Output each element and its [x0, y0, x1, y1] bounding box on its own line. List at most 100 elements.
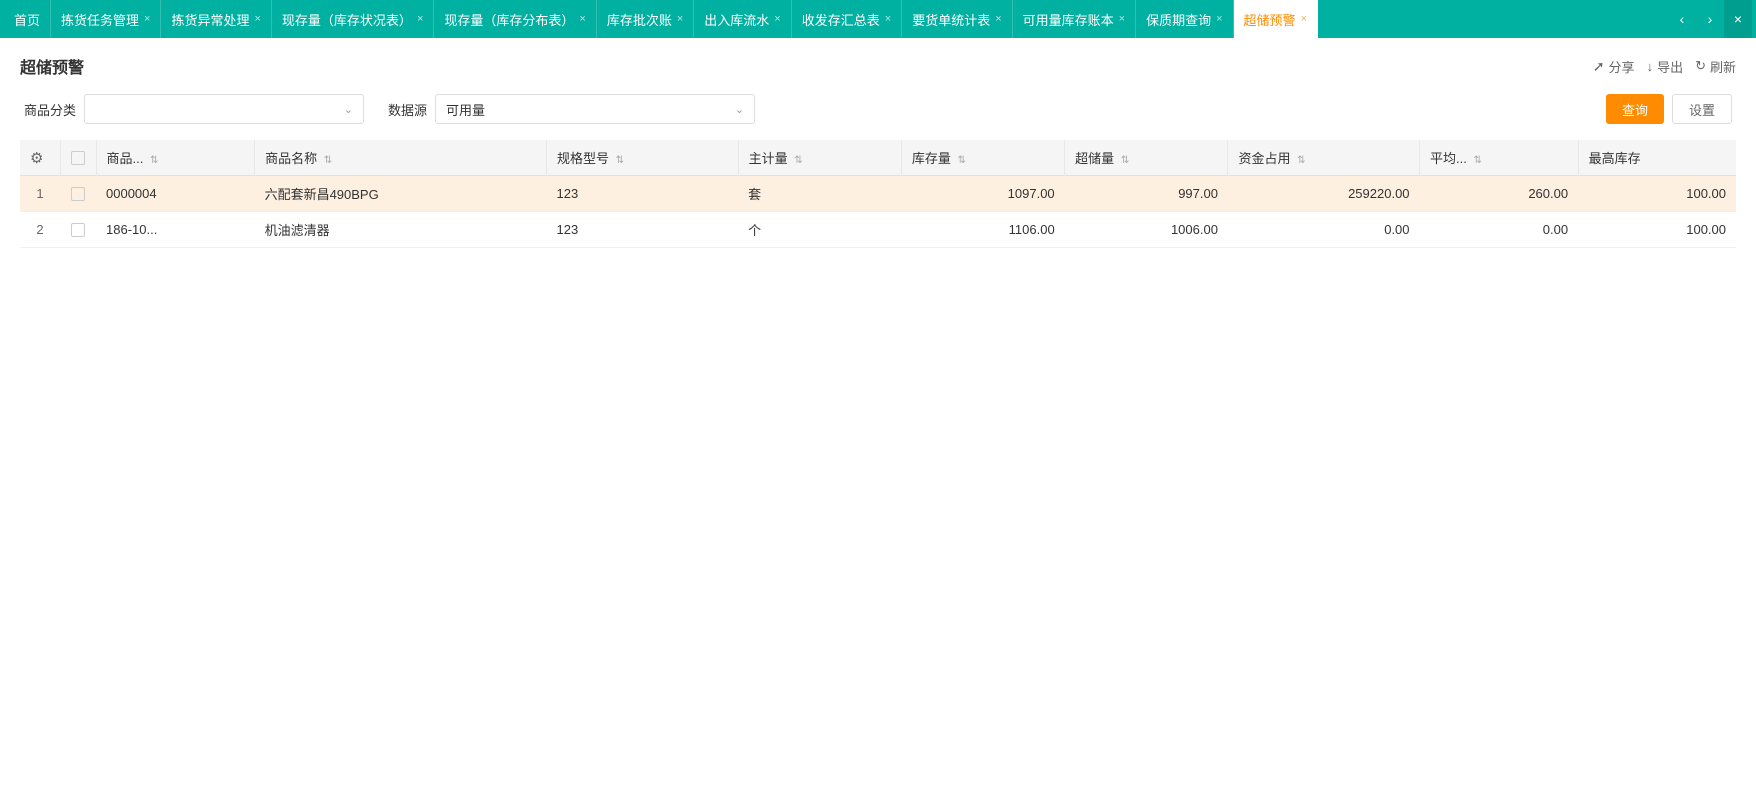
col-header-product-name[interactable]: 商品名称 ⇅	[255, 140, 547, 176]
close-icon-overstock[interactable]: ×	[1301, 13, 1307, 25]
query-button[interactable]: 查询	[1606, 94, 1664, 124]
nav-label-expiry: 保质期查询	[1146, 10, 1211, 29]
page-title: 超储预警	[20, 54, 84, 78]
col-header-spec[interactable]: 规格型号 ⇅	[547, 140, 739, 176]
col-label-max-stock: 最高库存	[1589, 151, 1641, 166]
nav-item-abnormal[interactable]: 拣货异常处理 ×	[161, 0, 271, 38]
col-label-stock: 库存量	[912, 151, 951, 166]
sort-icon-unit: ⇅	[794, 155, 802, 166]
col-header-unit[interactable]: 主计量 ⇅	[738, 140, 901, 176]
sort-icon-capital: ⇅	[1297, 155, 1305, 166]
sort-icon-stock: ⇅	[958, 155, 966, 166]
table-row: 1 0000004 六配套新昌490BPG 123 套 1097.00 997.…	[20, 176, 1736, 212]
col-header-product-code[interactable]: 商品... ⇅	[96, 140, 255, 176]
col-label-unit: 主计量	[749, 151, 788, 166]
export-icon: ↓	[1647, 59, 1654, 74]
close-icon-expiry[interactable]: ×	[1216, 13, 1222, 25]
close-icon-abnormal[interactable]: ×	[254, 13, 260, 25]
row-spec-1: 123	[547, 212, 739, 248]
col-label-product-name: 商品名称	[265, 151, 317, 166]
row-product-name-0: 六配套新昌490BPG	[255, 176, 547, 212]
datasource-filter-group: 数据源 可用量 ⌄	[388, 94, 755, 124]
top-nav: 首页 拣货任务管理 × 拣货异常处理 × 现存量（库存状况表） × 现存量（库存…	[0, 0, 1756, 38]
nav-item-overstock[interactable]: 超储预警 ×	[1234, 0, 1318, 38]
table-header-row: ⚙ 商品... ⇅ 商品名称 ⇅ 规格型号 ⇅ 主计量	[20, 140, 1736, 176]
page-container: 超储预警 ➚ 分享 ↓ 导出 ↻ 刷新 商品分类 ⌄ 数据源	[0, 38, 1756, 800]
row-capital-0: 259220.00	[1228, 176, 1420, 212]
page-header: 超储预警 ➚ 分享 ↓ 导出 ↻ 刷新	[20, 54, 1736, 78]
col-header-avg[interactable]: 平均... ⇅	[1420, 140, 1579, 176]
row-index-cell-0: 1	[20, 176, 60, 212]
row-stock-1: 1106.00	[901, 212, 1064, 248]
filter-actions: 查询 设置	[1606, 94, 1732, 124]
col-header-stock[interactable]: 库存量 ⇅	[901, 140, 1064, 176]
col-header-max-stock[interactable]: 最高库存	[1578, 140, 1736, 176]
settings-button[interactable]: 设置	[1672, 94, 1732, 124]
nav-item-flow[interactable]: 出入库流水 ×	[694, 0, 791, 38]
row-checkbox-0[interactable]	[71, 187, 85, 201]
gear-icon[interactable]: ⚙	[30, 150, 43, 167]
nav-prev-button[interactable]: ‹	[1668, 0, 1696, 38]
close-icon-flow[interactable]: ×	[774, 13, 780, 25]
sort-icon-product-name: ⇅	[324, 155, 332, 166]
close-icon-stock-status[interactable]: ×	[417, 13, 423, 25]
row-max-stock-1: 100.00	[1578, 212, 1736, 248]
row-stock-0: 1097.00	[901, 176, 1064, 212]
col-header-checkbox	[60, 140, 96, 176]
col-label-overstock: 超储量	[1075, 151, 1114, 166]
nav-label-overstock: 超储预警	[1244, 10, 1296, 29]
export-label: 导出	[1657, 57, 1683, 76]
nav-item-expiry[interactable]: 保质期查询 ×	[1136, 0, 1233, 38]
col-label-product-code: 商品...	[107, 151, 144, 166]
row-checkbox-1[interactable]	[71, 223, 85, 237]
nav-item-summary[interactable]: 收发存汇总表 ×	[792, 0, 902, 38]
refresh-button[interactable]: ↻ 刷新	[1695, 57, 1736, 76]
nav-label-home: 首页	[14, 10, 40, 29]
nav-item-home[interactable]: 首页	[4, 0, 51, 38]
row-checkbox-cell-0	[60, 176, 96, 212]
nav-item-order-stats[interactable]: 要货单统计表 ×	[902, 0, 1012, 38]
nav-arrows: ‹ › ×	[1668, 0, 1752, 38]
close-icon-batch[interactable]: ×	[677, 13, 683, 25]
datasource-select[interactable]: 可用量 ⌄	[435, 94, 755, 124]
col-label-capital: 资金占用	[1238, 151, 1290, 166]
category-select[interactable]: ⌄	[84, 94, 364, 124]
nav-item-stock-dist[interactable]: 现存量（库存分布表） ×	[434, 0, 596, 38]
row-unit-0: 套	[738, 176, 901, 212]
nav-item-task[interactable]: 拣货任务管理 ×	[51, 0, 161, 38]
datasource-label: 数据源	[388, 100, 427, 119]
row-avg-0: 260.00	[1420, 176, 1579, 212]
category-label: 商品分类	[24, 100, 76, 119]
row-product-code-1: 186-10...	[96, 212, 255, 248]
category-filter-group: 商品分类 ⌄	[24, 94, 364, 124]
close-icon-stock-dist[interactable]: ×	[579, 13, 585, 25]
col-header-capital[interactable]: 资金占用 ⇅	[1228, 140, 1420, 176]
header-checkbox[interactable]	[71, 151, 85, 165]
nav-more-button[interactable]: ×	[1724, 0, 1752, 38]
row-product-name-1: 机油滤清器	[255, 212, 547, 248]
row-capital-1: 0.00	[1228, 212, 1420, 248]
close-icon-task[interactable]: ×	[144, 13, 150, 25]
datasource-value: 可用量	[446, 100, 485, 119]
export-button[interactable]: ↓ 导出	[1647, 57, 1684, 76]
row-index-cell-1: 2	[20, 212, 60, 248]
close-icon-order-stats[interactable]: ×	[995, 13, 1001, 25]
nav-label-abnormal: 拣货异常处理	[171, 10, 249, 29]
nav-item-stock-status[interactable]: 现存量（库存状况表） ×	[272, 0, 434, 38]
sort-icon-product-code: ⇅	[150, 155, 158, 166]
nav-next-button[interactable]: ›	[1696, 0, 1724, 38]
close-icon-summary[interactable]: ×	[885, 13, 891, 25]
share-button[interactable]: ➚ 分享	[1593, 57, 1635, 76]
nav-item-available[interactable]: 可用量库存账本 ×	[1013, 0, 1136, 38]
col-label-spec: 规格型号	[557, 151, 609, 166]
sort-icon-overstock: ⇅	[1121, 155, 1129, 166]
nav-label-available: 可用量库存账本	[1023, 10, 1114, 29]
nav-item-batch[interactable]: 库存批次账 ×	[597, 0, 694, 38]
row-number-1: 2	[36, 222, 43, 237]
close-icon-available[interactable]: ×	[1119, 13, 1125, 25]
nav-label-batch: 库存批次账	[607, 10, 672, 29]
col-header-overstock[interactable]: 超储量 ⇅	[1065, 140, 1228, 176]
header-actions: ➚ 分享 ↓ 导出 ↻ 刷新	[1593, 57, 1736, 76]
nav-label-stock-status: 现存量（库存状况表）	[282, 10, 412, 29]
chevron-down-icon-ds: ⌄	[735, 103, 744, 116]
